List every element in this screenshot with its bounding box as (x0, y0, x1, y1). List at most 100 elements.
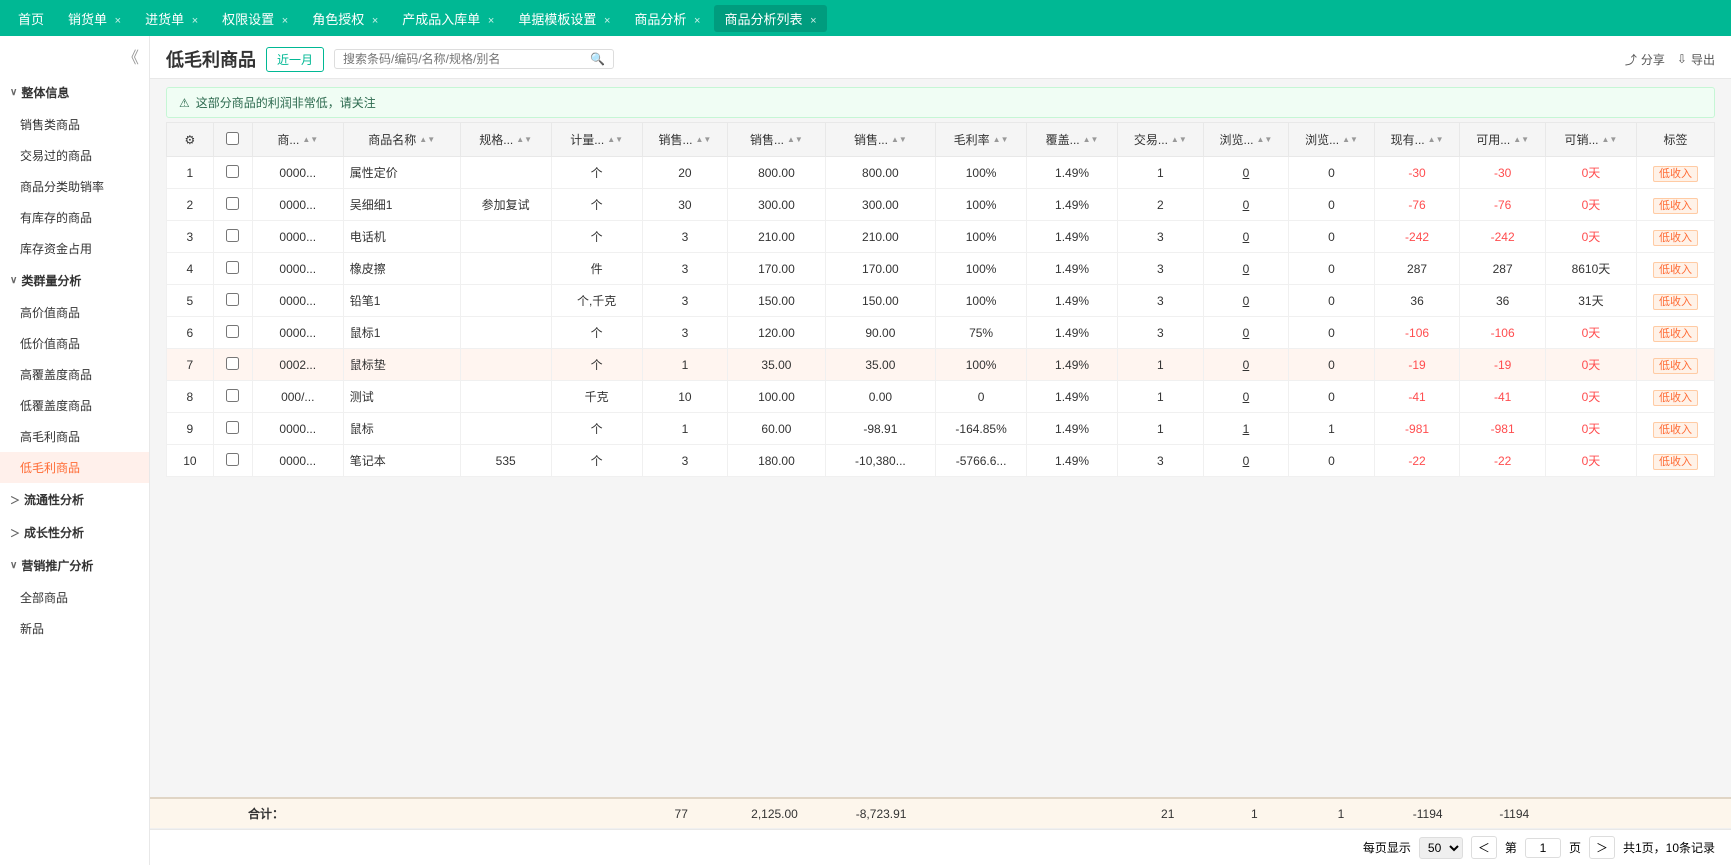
row-checkbox[interactable] (226, 197, 239, 210)
sort-icon[interactable]: ▲▼ (1083, 137, 1099, 143)
row-checkbox-cell[interactable] (213, 285, 252, 317)
row-checkbox[interactable] (226, 325, 239, 338)
sidebar-item-stock-goods[interactable]: 有库存的商品 (0, 202, 149, 233)
view-count-link[interactable]: 0 (1243, 390, 1250, 404)
th-checkbox[interactable] (213, 123, 252, 157)
select-all-checkbox[interactable] (226, 132, 239, 145)
th-sale-price[interactable]: 销售...▲▼ (728, 123, 825, 157)
filter-period-button[interactable]: 近一月 (266, 47, 324, 72)
sidebar-item-low-coverage[interactable]: 低覆盖度商品 (0, 390, 149, 421)
row-name[interactable]: 笔记本 (343, 445, 460, 477)
sidebar-section-cluster[interactable]: ∨ 类群量分析 (0, 264, 149, 297)
view-count-link[interactable]: 0 (1243, 166, 1250, 180)
row-name[interactable]: 测试 (343, 381, 460, 413)
view-count-link[interactable]: 0 (1243, 262, 1250, 276)
row-checkbox-cell[interactable] (213, 381, 252, 413)
prev-page-button[interactable]: ＜ (1471, 836, 1497, 859)
row-name[interactable]: 铅笔1 (343, 285, 460, 317)
settings-icon[interactable]: ⚙ (185, 133, 196, 147)
nav-template-settings[interactable]: 单据模板设置 × (508, 5, 620, 32)
row-name[interactable]: 属性定价 (343, 157, 460, 189)
row-view-count[interactable]: 0 (1203, 285, 1289, 317)
th-coverage[interactable]: 覆盖...▲▼ (1027, 123, 1118, 157)
row-view-count[interactable]: 0 (1203, 157, 1289, 189)
row-checkbox-cell[interactable] (213, 317, 252, 349)
row-checkbox-cell[interactable] (213, 253, 252, 285)
close-icon[interactable]: × (810, 15, 816, 27)
search-box[interactable]: 🔍 (334, 49, 614, 69)
row-view-count[interactable]: 0 (1203, 349, 1289, 381)
nav-sales[interactable]: 销货单 × (58, 5, 131, 32)
sort-icon[interactable]: ▲▼ (1171, 137, 1187, 143)
row-view-count[interactable]: 0 (1203, 221, 1289, 253)
sidebar-item-sales-goods[interactable]: 销售类商品 (0, 109, 149, 140)
row-name[interactable]: 鼠标垫 (343, 349, 460, 381)
row-checkbox-cell[interactable] (213, 413, 252, 445)
sort-icon[interactable]: ▲▼ (891, 137, 907, 143)
sidebar-item-high-coverage[interactable]: 高覆盖度商品 (0, 359, 149, 390)
sort-icon[interactable]: ▲▼ (607, 137, 623, 143)
sidebar-item-category-rate[interactable]: 商品分类助销率 (0, 171, 149, 202)
sort-icon[interactable]: ▲▼ (1257, 137, 1273, 143)
sidebar-collapse-button[interactable]: 《 (119, 40, 143, 72)
row-view-count[interactable]: 0 (1203, 253, 1289, 285)
row-name[interactable]: 鼠标 (343, 413, 460, 445)
row-name[interactable]: 橡皮擦 (343, 253, 460, 285)
next-page-button[interactable]: ＞ (1589, 836, 1615, 859)
row-checkbox-cell[interactable] (213, 445, 252, 477)
row-view-count[interactable]: 0 (1203, 445, 1289, 477)
row-view-count[interactable]: 1 (1203, 413, 1289, 445)
row-name[interactable]: 电话机 (343, 221, 460, 253)
row-checkbox[interactable] (226, 165, 239, 178)
row-view-count[interactable]: 0 (1203, 317, 1289, 349)
th-gross-rate[interactable]: 毛利率▲▼ (936, 123, 1027, 157)
close-icon[interactable]: × (192, 15, 198, 27)
row-checkbox[interactable] (226, 293, 239, 306)
sort-icon[interactable]: ▲▼ (419, 137, 435, 143)
sidebar-item-high-gross[interactable]: 高毛利商品 (0, 421, 149, 452)
page-input[interactable] (1525, 838, 1561, 858)
row-view-count[interactable]: 0 (1203, 189, 1289, 221)
sort-icon[interactable]: ▲▼ (1602, 137, 1618, 143)
sidebar-item-new-goods[interactable]: 新品 (0, 613, 149, 644)
nav-roles[interactable]: 角色授权 × (302, 5, 388, 32)
row-name[interactable]: 吴细细1 (343, 189, 460, 221)
sidebar-section-overall[interactable]: ∨ 整体信息 (0, 76, 149, 109)
sidebar-section-circulation[interactable]: ＞ 流通性分析 (0, 483, 149, 516)
th-code[interactable]: 商...▲▼ (252, 123, 343, 157)
sidebar-item-high-value[interactable]: 高价值商品 (0, 297, 149, 328)
sort-icon[interactable]: ▲▼ (787, 137, 803, 143)
row-checkbox-cell[interactable] (213, 221, 252, 253)
export-button[interactable]: ⇩ 导出 (1677, 51, 1715, 68)
sort-icon[interactable]: ▲▼ (993, 137, 1009, 143)
close-icon[interactable]: × (604, 15, 610, 27)
th-spec[interactable]: 规格...▲▼ (460, 123, 551, 157)
close-icon[interactable]: × (282, 15, 288, 27)
th-available-stock[interactable]: 可用...▲▼ (1460, 123, 1546, 157)
view-count-link[interactable]: 0 (1243, 358, 1250, 372)
sidebar-section-growth[interactable]: ＞ 成长性分析 (0, 516, 149, 549)
row-name[interactable]: 鼠标1 (343, 317, 460, 349)
close-icon[interactable]: × (372, 15, 378, 27)
th-current-stock[interactable]: 现有...▲▼ (1374, 123, 1460, 157)
sort-icon[interactable]: ▲▼ (1513, 137, 1529, 143)
close-icon[interactable]: × (115, 15, 121, 27)
row-checkbox[interactable] (226, 229, 239, 242)
row-checkbox[interactable] (226, 261, 239, 274)
sidebar-item-traded-goods[interactable]: 交易过的商品 (0, 140, 149, 171)
row-view-count[interactable]: 0 (1203, 381, 1289, 413)
nav-product-entry[interactable]: 产成品入库单 × (392, 5, 504, 32)
nav-product-analysis[interactable]: 商品分析 × (624, 5, 710, 32)
row-checkbox[interactable] (226, 389, 239, 402)
view-count-link[interactable]: 0 (1243, 230, 1250, 244)
th-name[interactable]: 商品名称▲▼ (343, 123, 460, 157)
view-count-link[interactable]: 1 (1243, 422, 1250, 436)
th-sale-qty[interactable]: 销售...▲▼ (642, 123, 728, 157)
view-count-link[interactable]: 0 (1243, 198, 1250, 212)
th-unit[interactable]: 计量...▲▼ (551, 123, 642, 157)
th-sale-amount[interactable]: 销售...▲▼ (825, 123, 935, 157)
nav-product-analysis-list[interactable]: 商品分析列表 × (714, 5, 826, 32)
nav-home[interactable]: 首页 (8, 5, 54, 32)
nav-permissions[interactable]: 权限设置 × (212, 5, 298, 32)
nav-purchase[interactable]: 进货单 × (135, 5, 208, 32)
